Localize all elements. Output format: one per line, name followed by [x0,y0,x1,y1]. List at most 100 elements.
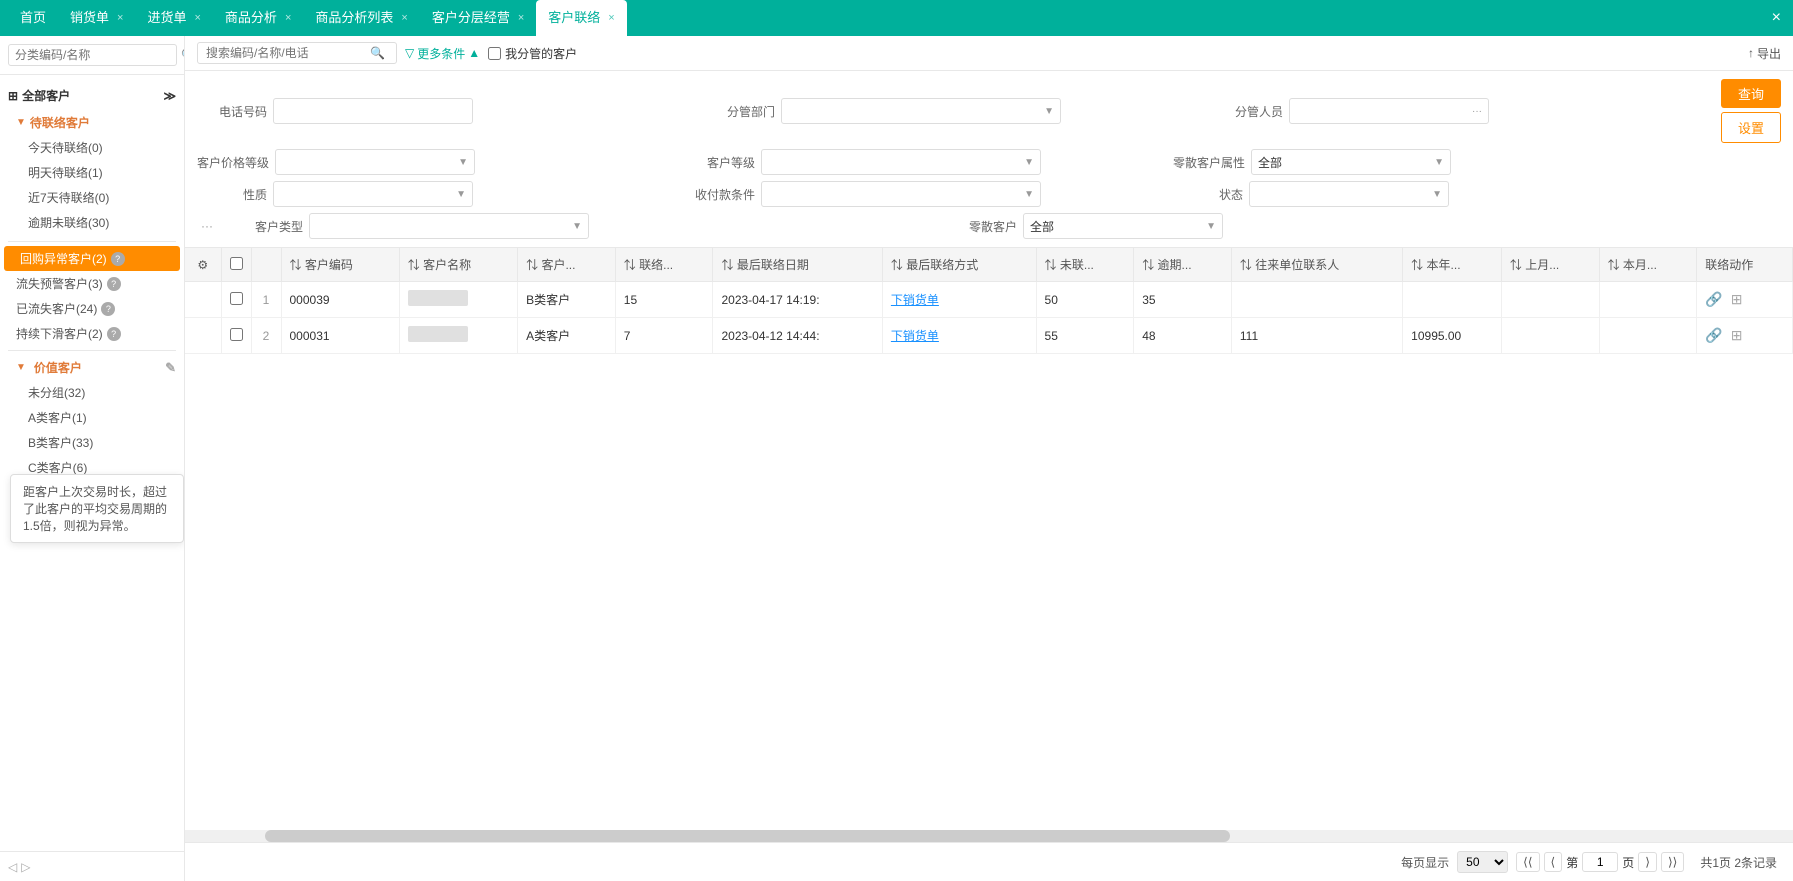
gear-icon[interactable]: ⚙ [197,258,208,272]
horizontal-scrollbar[interactable] [185,830,1793,842]
help-icon-churned[interactable]: ? [101,302,115,316]
td-check-2[interactable] [221,318,251,354]
page-next-btn[interactable]: ⟩ [1638,852,1657,872]
customer-type-select[interactable]: ▼ [309,213,589,239]
my-customers-check[interactable] [488,47,501,60]
th-type[interactable]: ⇅ 客户... [518,248,616,282]
window-close-icon[interactable]: × [1772,9,1781,27]
action-link-icon-1[interactable]: 🔗 [1705,291,1722,308]
dept-select[interactable]: ▼ [781,98,1061,124]
row-checkbox-1[interactable] [230,292,243,305]
sidebar-item-ungroup[interactable]: 未分组(32) [0,380,184,405]
th-unit-contact[interactable]: ⇅ 往来单位联系人 [1231,248,1402,282]
help-icon-repurchase[interactable]: ? [111,252,125,266]
value-customer-group[interactable]: ▼ 价值客户 ✎ [0,355,184,380]
retail-customer-select[interactable]: 全部 ▼ [1023,213,1223,239]
help-icon-declining[interactable]: ? [107,327,121,341]
nav-close-sales[interactable]: × [117,0,123,36]
retail-attr-select[interactable]: 全部 ▼ [1251,149,1451,175]
action-schedule-icon-2[interactable]: ⊞ [1731,327,1743,344]
th-this-month[interactable]: ⇅ 本月... [1599,248,1697,282]
status-select[interactable]: ▼ [1249,181,1449,207]
nav-close-customer-layer[interactable]: × [518,0,524,36]
sidebar-next-icon[interactable]: ▷ [21,860,30,874]
th-name[interactable]: ⇅ 客户名称 [399,248,517,282]
page-input[interactable] [1582,852,1618,872]
sidebar-item-declining[interactable]: 持续下滑客户(2) ? [0,321,184,346]
table-header-row: ⚙ ⇅ 客户编码 ⇅ 客户名称 ⇅ 客户... [185,248,1793,282]
nav-item-product-analysis[interactable]: 商品分析 × [213,0,303,36]
query-button[interactable]: 查询 [1721,79,1781,108]
nav-close-product-analysis[interactable]: × [285,0,291,36]
customer-level-select[interactable]: ▼ [761,149,1041,175]
nav-item-product-list[interactable]: 商品分析列表 × [303,0,419,36]
scroll-thumb[interactable] [265,830,1230,842]
nav-item-customer-layer[interactable]: 客户分层经营 × [420,0,536,36]
td-last-date-1: 2023-04-17 14:19: [713,282,882,318]
td-check-1[interactable] [221,282,251,318]
pending-contact-group[interactable]: ▼ 待联络客户 [0,110,184,135]
sidebar-item-repurchase-abnormal[interactable]: 回购异常客户(2) ? [4,246,180,271]
filter-price-level: 客户价格等级 ▼ [197,149,677,175]
nav-item-customer-contact[interactable]: 客户联络 × [536,0,626,36]
th-gear[interactable]: ⚙ [185,248,221,282]
sidebar-item-a-class[interactable]: A类客户(1) [0,405,184,430]
nav-close-customer-contact[interactable]: × [608,0,614,36]
page-first-btn[interactable]: ⟨⟨ [1516,852,1539,872]
export-btn[interactable]: ↑ 导出 [1748,45,1781,62]
my-customers-checkbox[interactable]: 我分管的客户 [488,45,577,62]
person-select[interactable]: ··· [1289,98,1489,124]
search-icon[interactable]: 🔍 [370,46,385,60]
th-uncontacted[interactable]: ⇅ 未联... [1036,248,1134,282]
search-input[interactable] [206,46,366,60]
per-page-select[interactable]: 50 20 100 [1457,851,1508,873]
action-link-icon-2[interactable]: 🔗 [1705,327,1722,344]
td-type-2: A类客户 [518,318,616,354]
sort-icon-code: ⇅ [290,258,302,272]
sidebar-item-tomorrow[interactable]: 明天待联络(1) [0,160,184,185]
nav-item-home[interactable]: 首页 [8,0,58,36]
td-unit-contact-2: 111 [1231,318,1402,354]
set-button[interactable]: 设置 [1721,112,1781,143]
page-last-btn[interactable]: ⟩⟩ [1661,852,1684,872]
th-contact[interactable]: ⇅ 联络... [615,248,713,282]
payment-select[interactable]: ▼ [761,181,1041,207]
sidebar-item-b-class[interactable]: B类客户(33) [0,430,184,455]
th-last-contact-date[interactable]: ⇅ 最后联络日期 [713,248,882,282]
td-gear-1 [185,282,221,318]
help-icon-churn-warning[interactable]: ? [107,277,121,291]
th-this-year[interactable]: ⇅ 本年... [1403,248,1502,282]
row-checkbox-2[interactable] [230,328,243,341]
th-last-contact-method[interactable]: ⇅ 最后联络方式 [882,248,1036,282]
nav-item-sales[interactable]: 销货单 × [58,0,135,36]
nav-item-purchase[interactable]: 进货单 × [135,0,212,36]
sidebar-item-churned[interactable]: 已流失客户(24) ? [0,296,184,321]
more-filters-btn[interactable]: ▽ 更多条件 ▲ [405,45,480,62]
th-last-month[interactable]: ⇅ 上月... [1501,248,1599,282]
category-search-input[interactable] [8,44,177,66]
nav-close-product-list[interactable]: × [401,0,407,36]
th-checkbox[interactable] [221,248,251,282]
sidebar-item-churn-warning[interactable]: 流失预警客户(3) ? [0,271,184,296]
sidebar-item-overdue[interactable]: 逾期未联络(30) [0,210,184,235]
sidebar-item-today[interactable]: 今天待联络(0) [0,135,184,160]
price-level-select[interactable]: ▼ [275,149,475,175]
th-overdue[interactable]: ⇅ 逾期... [1134,248,1232,282]
pending-contact-section: ▼ 待联络客户 今天待联络(0) 明天待联络(1) 近7天待联络(0) 逾期未联… [0,108,184,237]
sidebar-prev-icon[interactable]: ◁ [8,860,17,874]
collapse-icon[interactable]: ≫ [163,89,176,103]
page-prev-btn[interactable]: ⟨ [1544,852,1563,872]
th-code[interactable]: ⇅ 客户编码 [281,248,399,282]
select-all-checkbox[interactable] [230,257,243,270]
nav-close-purchase[interactable]: × [194,0,200,36]
nature-select[interactable]: ▼ [273,181,473,207]
action-schedule-icon-1[interactable]: ⊞ [1731,291,1743,308]
all-customers-header[interactable]: ⊞ 全部客户 ≫ [0,83,184,108]
edit-group-icon[interactable]: ✎ [165,360,176,376]
content-area: 🔍 ▽ 更多条件 ▲ 我分管的客户 ↑ 导出 电话号码 [185,36,1793,881]
phone-input[interactable] [273,98,473,124]
more-dots[interactable]: ··· [201,219,213,233]
sidebar-item-7days[interactable]: 近7天待联络(0) [0,185,184,210]
td-last-method-2[interactable]: 下销货单 [882,318,1036,354]
td-last-method-1[interactable]: 下销货单 [882,282,1036,318]
